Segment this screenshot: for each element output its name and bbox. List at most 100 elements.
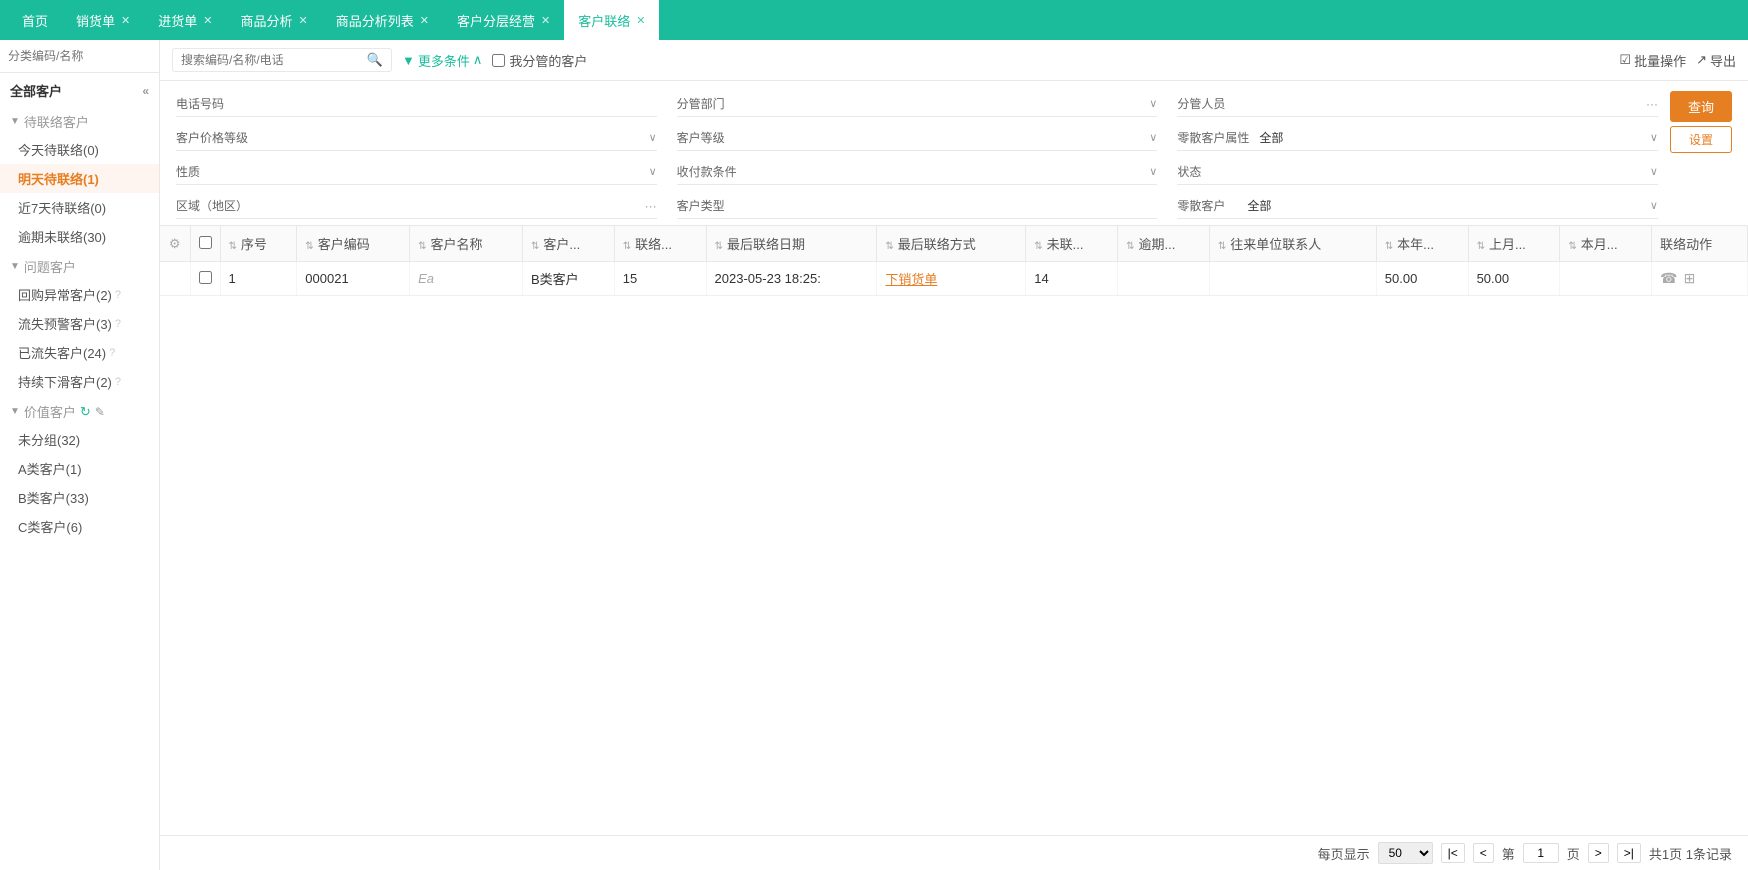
search-icon[interactable]: 🔍 xyxy=(367,52,383,68)
filter-status-label: 状态 xyxy=(1177,163,1237,180)
action-icons: ☎ ⊞ xyxy=(1660,270,1739,287)
first-page-btn[interactable]: |< xyxy=(1441,843,1465,863)
row-checkbox-cell[interactable] xyxy=(190,262,220,296)
sort-icon[interactable]: ⇅ xyxy=(1218,241,1226,252)
filter-phone-input[interactable] xyxy=(246,97,657,111)
table-header-row: ⚙ ⇅序号 ⇅客户编码 ⇅客户名称 ⇅客户... ⇅联络... ⇅最后联络日期 … xyxy=(160,226,1748,262)
sort-icon[interactable]: ⇅ xyxy=(1477,241,1485,252)
help-icon[interactable]: ? xyxy=(115,376,121,388)
sidebar-item-tomorrow-contact[interactable]: 明天待联络(1) xyxy=(0,164,159,193)
nav-purchase[interactable]: 进货单 ✕ xyxy=(144,0,226,40)
sidebar-item-repurchase-abnormal[interactable]: 回购异常客户(2) ? xyxy=(0,280,159,309)
close-icon[interactable]: ✕ xyxy=(420,14,429,27)
checkbox-col[interactable] xyxy=(190,226,220,262)
right-actions: ☑ 批量操作 ↗ 导出 xyxy=(1619,51,1736,70)
close-icon[interactable]: ✕ xyxy=(299,14,308,27)
sidebar-item-ungrouped[interactable]: 未分组(32) xyxy=(0,425,159,454)
chevron-down-icon[interactable]: ∨ xyxy=(1650,199,1658,212)
filter-search-box: 🔍 xyxy=(172,48,392,72)
export-icon: ↗ xyxy=(1696,52,1707,68)
last-page-btn[interactable]: >| xyxy=(1617,843,1641,863)
per-page-select[interactable]: 50 100 200 xyxy=(1378,842,1433,864)
my-customers-check[interactable] xyxy=(492,54,505,67)
filter-customer-type: 客户类型 xyxy=(677,193,1158,219)
chevron-down-icon[interactable]: ∨ xyxy=(1149,165,1157,178)
last-method-link[interactable]: 下销货单 xyxy=(885,272,937,287)
query-button[interactable]: 查询 xyxy=(1670,91,1732,122)
filter-retail-customer: 零散客户 全部 ∨ xyxy=(1177,193,1658,219)
qr-icon[interactable]: ⊞ xyxy=(1684,270,1696,287)
collapse-icon[interactable]: « xyxy=(142,84,149,98)
select-all-checkbox[interactable] xyxy=(199,236,212,249)
row-settings-cell xyxy=(160,262,190,296)
sort-icon[interactable]: ⇅ xyxy=(305,241,313,252)
sort-icon[interactable]: ⇅ xyxy=(1034,241,1042,252)
sort-icon[interactable]: ⇅ xyxy=(623,241,631,252)
row-checkbox[interactable] xyxy=(199,271,212,284)
table-footer: 每页显示 50 100 200 |< < 第 页 > >| 共1页 1条记录 xyxy=(160,835,1748,870)
chevron-down-icon[interactable]: ∨ xyxy=(649,131,657,144)
help-icon[interactable]: ? xyxy=(109,347,115,359)
sort-icon[interactable]: ⇅ xyxy=(229,241,237,252)
sidebar-item-7days-contact[interactable]: 近7天待联络(0) xyxy=(0,193,159,222)
chevron-down-icon[interactable]: ∨ xyxy=(649,165,657,178)
filter-manager-label: 分管人员 xyxy=(1177,95,1237,112)
nav-home[interactable]: 首页 xyxy=(8,0,62,40)
chevron-down-icon[interactable]: ∨ xyxy=(1650,131,1658,144)
edit-icon[interactable]: ✎ xyxy=(95,405,105,419)
sidebar-search-input[interactable] xyxy=(8,49,160,63)
settings-button[interactable]: 设置 xyxy=(1670,126,1732,153)
phone-icon[interactable]: ☎ xyxy=(1660,270,1677,287)
checkbox-icon: ☑ xyxy=(1619,52,1631,68)
chevron-down-icon[interactable]: ∨ xyxy=(1149,131,1157,144)
col-this-year: ⇅本年... xyxy=(1376,226,1468,262)
sort-icon[interactable]: ⇅ xyxy=(418,241,426,252)
nav-customer-contact[interactable]: 客户联络 ✕ xyxy=(564,0,659,40)
more-conditions-btn[interactable]: ▼ 更多条件 ∧ xyxy=(402,51,482,70)
settings-col[interactable]: ⚙ xyxy=(160,226,190,262)
col-index: ⇅序号 xyxy=(220,226,297,262)
nav-product-analysis[interactable]: 商品分析 ✕ xyxy=(226,0,321,40)
chevron-down-icon[interactable]: ∨ xyxy=(1149,97,1157,110)
batch-ops-btn[interactable]: ☑ 批量操作 xyxy=(1619,51,1686,70)
sidebar-item-class-a[interactable]: A类客户(1) xyxy=(0,454,159,483)
nav-product-analysis-list[interactable]: 商品分析列表 ✕ xyxy=(322,0,443,40)
sidebar-item-churn-warning[interactable]: 流失预警客户(3) ? xyxy=(0,309,159,338)
sort-icon[interactable]: ⇅ xyxy=(1126,241,1134,252)
close-icon[interactable]: ✕ xyxy=(636,14,645,27)
close-icon[interactable]: ✕ xyxy=(203,14,212,27)
filter-retail-attr: 零散客户属性 全部 ∨ xyxy=(1177,125,1658,151)
page-input[interactable] xyxy=(1523,843,1559,863)
sort-icon[interactable]: ⇅ xyxy=(715,241,723,252)
sort-icon[interactable]: ⇅ xyxy=(1385,241,1393,252)
sidebar-item-class-b[interactable]: B类客户(33) xyxy=(0,483,159,512)
sidebar-item-declining[interactable]: 持续下滑客户(2) ? xyxy=(0,367,159,396)
my-customers-checkbox[interactable]: 我分管的客户 xyxy=(492,51,587,70)
filter-customer-type-label: 客户类型 xyxy=(677,197,737,214)
close-icon[interactable]: ✕ xyxy=(541,14,550,27)
sort-icon[interactable]: ⇅ xyxy=(1568,241,1576,252)
sidebar-item-churned[interactable]: 已流失客户(24) ? xyxy=(0,338,159,367)
chevron-down-icon[interactable]: ∨ xyxy=(1650,165,1658,178)
export-btn[interactable]: ↗ 导出 xyxy=(1696,51,1736,70)
refresh-icon[interactable]: ↻ xyxy=(80,404,91,420)
sort-icon[interactable]: ⇅ xyxy=(885,241,893,252)
help-icon[interactable]: ? xyxy=(115,289,121,301)
nav-sales[interactable]: 销货单 ✕ xyxy=(62,0,144,40)
sidebar-item-overdue-contact[interactable]: 逾期未联络(30) xyxy=(0,222,159,251)
filter-customer-type-input[interactable] xyxy=(747,199,1158,213)
close-icon[interactable]: ✕ xyxy=(121,14,130,27)
sort-icon[interactable]: ⇅ xyxy=(531,241,539,252)
help-icon[interactable]: ? xyxy=(115,318,121,330)
search-input[interactable] xyxy=(181,53,367,67)
nav-customer-segment[interactable]: 客户分层经营 ✕ xyxy=(443,0,564,40)
sidebar-item-class-c[interactable]: C类客户(6) xyxy=(0,512,159,541)
row-last-method-cell[interactable]: 下销货单 xyxy=(877,262,1026,296)
sidebar-item-today-contact[interactable]: 今天待联络(0) xyxy=(0,135,159,164)
prev-page-btn[interactable]: < xyxy=(1473,843,1494,863)
all-customers-header[interactable]: 全部客户 « xyxy=(0,73,159,106)
more-options-icon[interactable]: ··· xyxy=(645,199,657,213)
next-page-btn[interactable]: > xyxy=(1588,843,1609,863)
more-options-icon[interactable]: ··· xyxy=(1646,97,1658,111)
row-this-month-cell xyxy=(1560,262,1652,296)
